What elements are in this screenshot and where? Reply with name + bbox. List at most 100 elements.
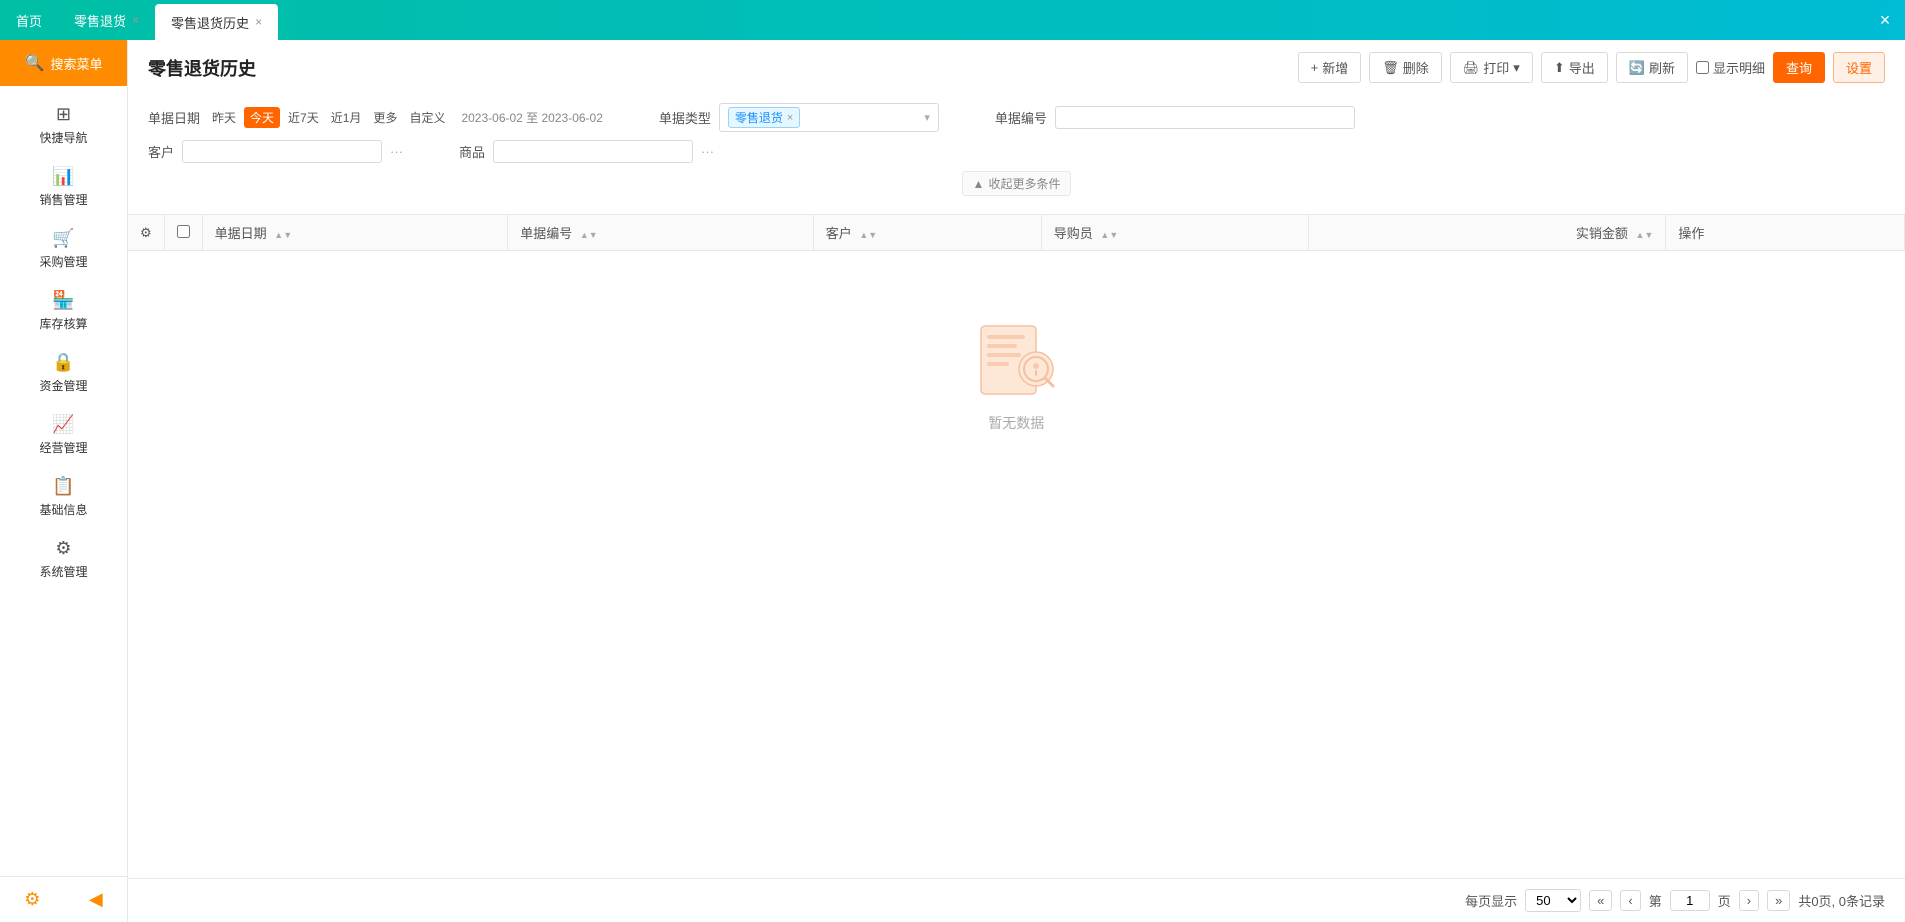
filter-row-1: 单据日期 昨天 今天 近7天 近1月 更多 自定义 2023-06-02 至 2… [148, 103, 1885, 132]
doc-number-filter: 单据编号 [995, 106, 1355, 129]
doc-number-input[interactable] [1055, 106, 1355, 129]
page-title: 零售退货历史 [148, 55, 256, 81]
doc-type-tag-text: 零售退货 [735, 109, 783, 126]
goods-ellipsis-icon[interactable]: ··· [701, 144, 714, 159]
sidebar-item-sales[interactable]: 📊 销售管理 [0, 156, 127, 218]
next-page-button[interactable]: › [1739, 890, 1759, 911]
date-filter: 单据日期 昨天 今天 近7天 近1月 更多 自定义 2023-06-02 至 2… [148, 107, 603, 128]
th-guide[interactable]: 导购员 ▲▼ [1041, 215, 1308, 251]
tab-retail-return-close[interactable]: × [132, 13, 139, 27]
query-button[interactable]: 查询 [1773, 52, 1825, 83]
sidebar-item-operation-label: 经营管理 [39, 439, 87, 456]
refresh-label: 刷新 [1649, 58, 1675, 77]
th-amount[interactable]: 实销金额 ▲▼ [1308, 215, 1666, 251]
refresh-button[interactable]: 🔄 刷新 [1616, 52, 1688, 83]
sidebar-item-purchase-label: 采购管理 [39, 253, 87, 270]
tab-retail-return-history-label: 零售退货历史 [171, 13, 249, 32]
th-checkbox[interactable] [164, 215, 202, 251]
collapse-button[interactable]: ▲ 收起更多条件 [962, 171, 1072, 196]
new-button[interactable]: + 新增 [1298, 52, 1362, 83]
window-close-button[interactable]: × [1865, 0, 1905, 40]
sidebar-item-finance-label: 资金管理 [39, 377, 87, 394]
tab-retail-return-history[interactable]: 零售退货历史 × [155, 4, 278, 40]
page-number-input[interactable] [1670, 890, 1710, 911]
th-doc-date[interactable]: 单据日期 ▲▼ [202, 215, 508, 251]
sidebar-item-basic-info[interactable]: 📋 基础信息 [0, 466, 127, 528]
select-all-checkbox[interactable] [177, 225, 190, 238]
customer-input[interactable] [182, 140, 382, 163]
doc-type-tag-close[interactable]: × [787, 112, 793, 124]
shortcut-last7[interactable]: 近7天 [284, 107, 323, 128]
th-doc-number-label: 单据编号 [520, 226, 572, 241]
settings-button[interactable]: 设置 [1833, 52, 1885, 83]
collapse-icon: ▲ [973, 177, 985, 191]
lock-icon: 🔒 [52, 352, 74, 373]
shortcut-yesterday[interactable]: 昨天 [208, 107, 240, 128]
display-detail-checkbox-label[interactable]: 显示明细 [1696, 58, 1765, 77]
date-range-text: 2023-06-02 至 2023-06-02 [461, 109, 602, 126]
export-icon: ⬆ [1554, 60, 1565, 76]
shortcut-today[interactable]: 今天 [244, 107, 280, 128]
page-suffix-label: 页 [1718, 891, 1731, 910]
export-button[interactable]: ⬆ 导出 [1541, 52, 1608, 83]
delete-button[interactable]: 🗑 删除 [1369, 52, 1442, 83]
per-page-select[interactable]: 10 20 50 100 [1525, 889, 1581, 912]
sidebar-item-system-label: 系统管理 [39, 563, 87, 580]
new-icon: + [1311, 60, 1319, 75]
shortcut-more[interactable]: 更多 [369, 107, 401, 128]
grid-icon: ⊞ [56, 104, 71, 125]
date-shortcuts: 昨天 今天 近7天 近1月 更多 自定义 [208, 107, 449, 128]
sidebar-nav: ⊞ 快捷导航 📊 销售管理 🛒 采购管理 🏪 库存核算 🔒 资金管理 📈 [0, 86, 127, 876]
query-label: 查询 [1786, 58, 1812, 77]
doc-icon: 📋 [52, 476, 74, 497]
sidebar-search-button[interactable]: 🔍 搜索菜单 [0, 40, 127, 86]
topbar-tabs: 首页 零售退货 × 零售退货历史 × [0, 0, 1865, 40]
delete-label: 删除 [1403, 58, 1429, 77]
display-detail-label: 显示明细 [1713, 58, 1765, 77]
shortcut-custom[interactable]: 自定义 [405, 107, 449, 128]
th-settings[interactable]: ⚙ [128, 215, 164, 251]
table-header-row: ⚙ 单据日期 ▲▼ 单据编号 ▲▼ [128, 215, 1905, 251]
th-doc-number[interactable]: 单据编号 ▲▼ [508, 215, 814, 251]
th-doc-date-label: 单据日期 [215, 226, 267, 241]
doc-type-filter: 单据类型 零售退货 × ▾ [659, 103, 939, 132]
tab-home[interactable]: 首页 [0, 0, 58, 40]
print-button[interactable]: 🖨 打印 ▾ [1450, 52, 1533, 83]
print-icon: 🖨 [1463, 60, 1480, 76]
empty-state-row: 暂无数据 [128, 251, 1905, 494]
sidebar-item-quick-nav-label: 快捷导航 [39, 129, 87, 146]
sidebar-item-finance[interactable]: 🔒 资金管理 [0, 342, 127, 404]
th-amount-label: 实销金额 [1576, 226, 1628, 241]
sidebar-settings-button[interactable]: ⚙ [24, 889, 40, 910]
tab-retail-return-history-close[interactable]: × [255, 15, 262, 29]
doc-type-select[interactable]: 零售退货 × ▾ [719, 103, 939, 132]
sidebar-item-basic-info-label: 基础信息 [39, 501, 87, 518]
settings-label: 设置 [1846, 58, 1872, 77]
main-layout: 🔍 搜索菜单 ⊞ 快捷导航 📊 销售管理 🛒 采购管理 🏪 库存核算 🔒 [0, 40, 1905, 922]
sort-guide-icon: ▲▼ [1100, 230, 1118, 240]
sidebar-item-purchase[interactable]: 🛒 采购管理 [0, 218, 127, 280]
date-filter-label: 单据日期 [148, 108, 200, 127]
empty-illustration [971, 311, 1061, 401]
goods-input[interactable] [493, 140, 693, 163]
first-page-button[interactable]: « [1589, 890, 1612, 911]
sidebar-item-system[interactable]: ⚙ 系统管理 [0, 528, 127, 590]
tab-retail-return[interactable]: 零售退货 × [58, 0, 155, 40]
th-customer[interactable]: 客户 ▲▼ [813, 215, 1041, 251]
display-detail-checkbox[interactable] [1696, 61, 1709, 74]
shortcut-last1m[interactable]: 近1月 [327, 107, 366, 128]
sidebar-item-quick-nav[interactable]: ⊞ 快捷导航 [0, 94, 127, 156]
search-icon: 🔍 [25, 53, 45, 73]
sidebar-collapse-button[interactable]: ◀ [89, 889, 103, 910]
customer-ellipsis-icon[interactable]: ··· [390, 144, 403, 159]
sidebar-item-operation[interactable]: 📈 经营管理 [0, 404, 127, 466]
data-table: ⚙ 单据日期 ▲▼ 单据编号 ▲▼ [128, 215, 1905, 493]
sidebar-bottom: ⚙ ◀ [0, 876, 127, 922]
tab-home-label: 首页 [16, 11, 42, 30]
th-customer-label: 客户 [826, 226, 852, 241]
chart-icon: 📊 [52, 166, 74, 187]
prev-page-button[interactable]: ‹ [1620, 890, 1640, 911]
last-page-button[interactable]: » [1767, 890, 1790, 911]
table-body: 暂无数据 [128, 251, 1905, 494]
sidebar-item-inventory[interactable]: 🏪 库存核算 [0, 280, 127, 342]
